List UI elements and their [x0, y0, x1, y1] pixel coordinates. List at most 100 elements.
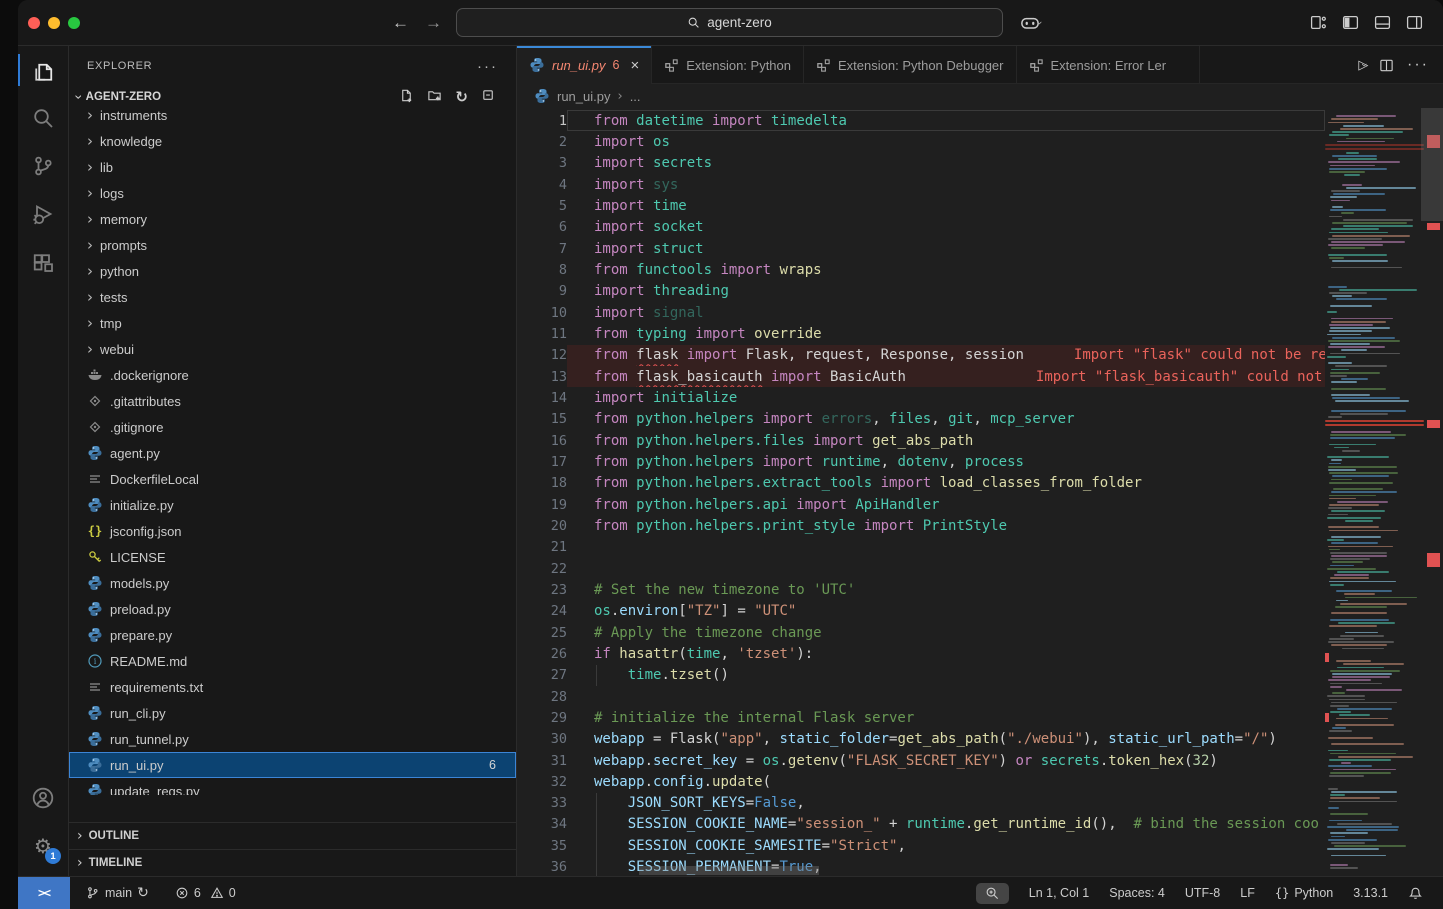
code-line-33[interactable]: 33 JSON_SORT_KEYS=False, [517, 792, 1325, 814]
activity-explorer[interactable] [18, 46, 68, 94]
bell-icon[interactable] [1400, 886, 1431, 901]
problems-item[interactable]: 6 0 [167, 877, 244, 909]
tree-file-.gitignore[interactable]: .gitignore [69, 414, 516, 440]
minimize-window-button[interactable] [48, 16, 60, 29]
back-icon[interactable]: ← [392, 13, 409, 33]
new-file-icon[interactable] [399, 88, 414, 106]
tab-extension-python-debugger[interactable]: Extension: Python Debugger [804, 46, 1017, 84]
tree-folder-lib[interactable]: › lib [69, 154, 516, 180]
run-python-file-button[interactable]: ▷ › [1358, 57, 1370, 73]
minimap[interactable] [1325, 108, 1424, 876]
code-line-28[interactable]: 28 [517, 686, 1325, 707]
tree-file-README.md[interactable]: i README.md [69, 648, 516, 674]
code-line-8[interactable]: 8 from functools import wraps [517, 259, 1325, 280]
tree-folder-webui[interactable]: › webui [69, 336, 516, 362]
remote-indicator[interactable]: >< [18, 877, 70, 909]
toggle-secondary-sidebar-icon[interactable] [1406, 14, 1423, 31]
code-line-34[interactable]: 34 SESSION_COOKIE_NAME="session_" + runt… [517, 813, 1325, 836]
code-line-29[interactable]: 29 # initialize the internal Flask server [517, 707, 1325, 728]
code-line-12[interactable]: 12 from flask import Flask, request, Resp… [517, 344, 1325, 366]
tree-file-LICENSE[interactable]: LICENSE [69, 544, 516, 570]
encoding[interactable]: UTF-8 [1177, 886, 1228, 900]
tree-folder-tests[interactable]: › tests [69, 284, 516, 310]
tree-file-jsconfig.json[interactable]: {} jsconfig.json [69, 518, 516, 544]
more-actions-icon[interactable]: ··· [1407, 56, 1429, 74]
code-line-17[interactable]: 17 from python.helpers import runtime, do… [517, 451, 1325, 472]
tree-folder-knowledge[interactable]: › knowledge [69, 128, 516, 154]
copilot-menu[interactable]: › [1020, 0, 1045, 45]
tree-file-DockerfileLocal[interactable]: DockerfileLocal [69, 466, 516, 492]
code-line-11[interactable]: 11 from typing import override [517, 323, 1325, 344]
code-line-14[interactable]: 14 import initialize [517, 387, 1325, 408]
refresh-icon[interactable]: ↻ [455, 88, 468, 106]
code-line-7[interactable]: 7 import struct [517, 238, 1325, 259]
code-line-32[interactable]: 32 webapp.config.update( [517, 771, 1325, 792]
sync-icon[interactable]: ↻ [137, 885, 149, 901]
tree-file-run_cli.py[interactable]: run_cli.py [69, 700, 516, 726]
tree-file-.dockerignore[interactable]: .dockerignore [69, 362, 516, 388]
close-icon[interactable]: × [630, 57, 639, 74]
more-actions-icon[interactable]: ··· [477, 58, 498, 75]
python-version[interactable]: 3.13.1 [1345, 886, 1396, 900]
code-editor[interactable]: 1 from datetime import timedelta 2 import o… [517, 108, 1443, 876]
tree-folder-memory[interactable]: › memory [69, 206, 516, 232]
indentation[interactable]: Spaces: 4 [1101, 886, 1173, 900]
code-line-30[interactable]: 30 webapp = Flask("app", static_folder=ge… [517, 729, 1325, 750]
code-line-10[interactable]: 10 import signal [517, 302, 1325, 323]
code-line-19[interactable]: 19 from python.helpers.api import ApiHand… [517, 494, 1325, 515]
tree-folder-tmp[interactable]: › tmp [69, 310, 516, 336]
tree-file-run_ui.py[interactable]: run_ui.py 6 [69, 752, 516, 778]
customize-layout-icon[interactable] [1310, 14, 1327, 31]
outline-section[interactable]: › OUTLINE [69, 822, 516, 849]
close-window-button[interactable] [28, 16, 40, 29]
tree-folder-python[interactable]: › python [69, 258, 516, 284]
code-line-4[interactable]: 4 import sys [517, 174, 1325, 195]
tree-file-run_tunnel.py[interactable]: run_tunnel.py [69, 726, 516, 752]
code-line-15[interactable]: 15 from python.helpers import errors, fil… [517, 409, 1325, 430]
code-line-22[interactable]: 22 [517, 558, 1325, 579]
code-line-31[interactable]: 31 webapp.secret_key = os.getenv("FLASK_S… [517, 750, 1325, 771]
code-line-20[interactable]: 20 from python.helpers.print_style import… [517, 515, 1325, 536]
tree-file-agent.py[interactable]: agent.py [69, 440, 516, 466]
code-line-35[interactable]: 35 SESSION_COOKIE_SAMESITE="Strict", [517, 835, 1325, 857]
code-line-3[interactable]: 3 import secrets [517, 153, 1325, 174]
code-line-16[interactable]: 16 from python.helpers.files import get_a… [517, 430, 1325, 451]
tree-file-requirements.txt[interactable]: requirements.txt [69, 674, 516, 700]
collapse-all-icon[interactable] [481, 88, 496, 106]
activity-extensions[interactable] [18, 238, 68, 286]
tree-file-initialize.py[interactable]: initialize.py [69, 492, 516, 518]
code-line-26[interactable]: 26 if hasattr(time, 'tzset'): [517, 643, 1325, 664]
settings-button[interactable]: ⚙ 1 [18, 822, 68, 870]
branch-item[interactable]: main ↻ [78, 877, 157, 909]
tree-file-update_reqs.py[interactable]: update_reqs.py [69, 778, 516, 795]
project-root-row[interactable]: › AGENT-ZERO ↻ [69, 86, 516, 108]
tab-extension-error-ler[interactable]: Extension: Error Ler [1017, 46, 1200, 84]
tree-file-preload.py[interactable]: preload.py [69, 596, 516, 622]
tree-folder-prompts[interactable]: › prompts [69, 232, 516, 258]
maximize-window-button[interactable] [68, 16, 80, 29]
toggle-sidebar-icon[interactable] [1342, 14, 1359, 31]
code-line-13[interactable]: 13 from flask_basicauth import BasicAuth I… [517, 365, 1325, 388]
new-folder-icon[interactable] [427, 88, 442, 106]
split-editor-icon[interactable] [1379, 58, 1394, 73]
code-line-21[interactable]: 21 [517, 537, 1325, 558]
tab-run-ui-py[interactable]: run_ui.py 6 × [517, 46, 653, 84]
eol-sequence[interactable]: LF [1232, 886, 1263, 900]
tree-folder-logs[interactable]: › logs [69, 180, 516, 206]
tree-file-prepare.py[interactable]: prepare.py [69, 622, 516, 648]
toggle-panel-icon[interactable] [1374, 14, 1391, 31]
breadcrumb[interactable]: run_ui.py › ... [517, 84, 1443, 108]
code-line-24[interactable]: 24 os.environ["TZ"] = "UTC" [517, 601, 1325, 622]
code-line-1[interactable]: 1 from datetime import timedelta [517, 110, 1325, 131]
breadcrumb-more[interactable]: ... [630, 89, 641, 104]
tree-file-.gitattributes[interactable]: .gitattributes [69, 388, 516, 414]
code-line-6[interactable]: 6 import socket [517, 217, 1325, 238]
zoom-indicator[interactable] [975, 882, 1009, 904]
cursor-position[interactable]: Ln 1, Col 1 [1021, 886, 1097, 900]
forward-icon[interactable]: → [425, 13, 442, 33]
command-center[interactable]: agent-zero [456, 8, 1003, 37]
code-line-9[interactable]: 9 import threading [517, 281, 1325, 302]
tree-folder-instruments[interactable]: › instruments [69, 108, 516, 128]
code-line-27[interactable]: 27 time.tzset() [517, 664, 1325, 686]
code-line-23[interactable]: 23 # Set the new timezone to 'UTC' [517, 579, 1325, 600]
